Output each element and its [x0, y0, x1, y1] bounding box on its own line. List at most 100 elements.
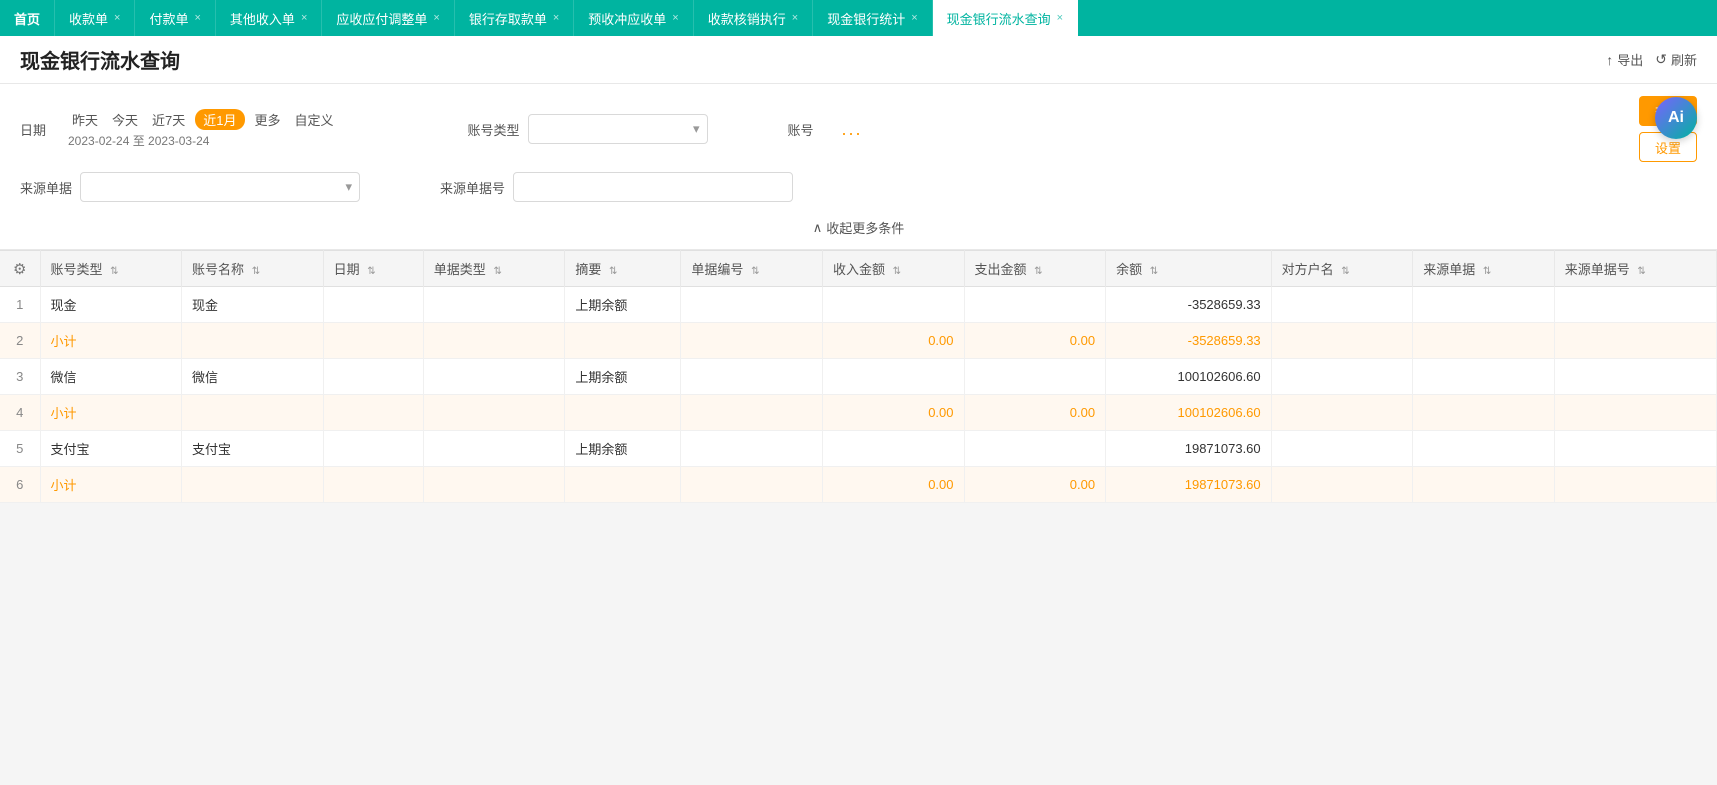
table-container: ⚙ 账号类型 ⇅ 账号名称 ⇅ 日期 ⇅ 单据类型 ⇅ [0, 250, 1717, 503]
table-cell [1554, 467, 1716, 503]
table-cell [1413, 323, 1555, 359]
col-gear[interactable]: ⚙ [0, 251, 40, 287]
nav-home[interactable]: 首页 [0, 0, 55, 36]
table-cell: 小计 [40, 323, 182, 359]
refresh-button[interactable]: ↺ 刷新 [1655, 50, 1697, 69]
col-income[interactable]: 收入金额 ⇅ [822, 251, 964, 287]
table-cell [182, 467, 324, 503]
table-cell [182, 395, 324, 431]
table-cell: 100102606.60 [1106, 359, 1272, 395]
table-cell [1271, 359, 1413, 395]
table-cell [1271, 467, 1413, 503]
ai-badge[interactable]: Ai [1655, 97, 1697, 139]
close-icon[interactable]: × [792, 12, 798, 24]
shortcut-yesterday[interactable]: 昨天 [68, 109, 102, 130]
table-header: ⚙ 账号类型 ⇅ 账号名称 ⇅ 日期 ⇅ 单据类型 ⇅ [0, 251, 1717, 287]
source-doc-no-input[interactable] [513, 172, 793, 202]
account-type-select-wrapper: 现金 微信 支付宝 ▾ [528, 114, 708, 144]
source-doc-select[interactable] [80, 172, 360, 202]
table-cell [423, 467, 565, 503]
table-cell [681, 287, 823, 323]
table-cell: 支付宝 [40, 431, 182, 467]
sort-icon: ⇅ [1483, 266, 1491, 277]
gear-icon: ⚙ [13, 261, 26, 278]
nav-tab-cashflow[interactable]: 现金银行流水查询 × [933, 0, 1078, 36]
col-source-doc-no[interactable]: 来源单据号 ⇅ [1554, 251, 1716, 287]
shortcut-7days[interactable]: 近7天 [148, 109, 189, 130]
nav-tab-verify[interactable]: 收款核销执行 × [694, 0, 813, 36]
shortcut-today[interactable]: 今天 [108, 109, 142, 130]
nav-tab-payments[interactable]: 付款单 × [135, 0, 215, 36]
col-doc-type[interactable]: 单据类型 ⇅ [423, 251, 565, 287]
filter-row-1: 日期 昨天 今天 近7天 近1月 更多 自定义 2023-02-24 至 202… [20, 96, 1697, 162]
table-cell: 0.00 [964, 323, 1106, 359]
export-button[interactable]: ↑ 导出 [1606, 50, 1643, 69]
table-cell [964, 359, 1106, 395]
shortcut-1month[interactable]: 近1月 [195, 109, 244, 130]
sort-icon: ⇅ [751, 266, 759, 277]
table-cell [565, 467, 681, 503]
close-icon[interactable]: × [433, 12, 439, 24]
table-cell [1413, 467, 1555, 503]
sort-icon: ⇅ [367, 266, 375, 277]
col-date[interactable]: 日期 ⇅ [323, 251, 423, 287]
date-label: 日期 [20, 120, 60, 139]
source-doc-filter-col: 来源单据 ▾ [20, 172, 360, 202]
close-icon[interactable]: × [301, 12, 307, 24]
table-cell [323, 431, 423, 467]
collapse-bar[interactable]: ∧ 收起更多条件 [20, 212, 1697, 241]
account-picker-button[interactable]: ... [836, 119, 869, 140]
close-icon[interactable]: × [553, 12, 559, 24]
date-range-text: 2023-02-24 至 2023-03-24 [68, 132, 348, 149]
close-icon[interactable]: × [114, 12, 120, 24]
col-expense[interactable]: 支出金额 ⇅ [964, 251, 1106, 287]
account-type-select[interactable]: 现金 微信 支付宝 [528, 114, 708, 144]
close-icon[interactable]: × [194, 12, 200, 24]
table-cell [323, 467, 423, 503]
table-cell: 5 [0, 431, 40, 467]
table-cell [1554, 359, 1716, 395]
table-cell [1554, 431, 1716, 467]
col-summary[interactable]: 摘要 ⇅ [565, 251, 681, 287]
close-icon[interactable]: × [911, 12, 917, 24]
table-row: 2小计0.000.00-3528659.33 [0, 323, 1717, 359]
table-cell [964, 287, 1106, 323]
filter-area: 日期 昨天 今天 近7天 近1月 更多 自定义 2023-02-24 至 202… [0, 84, 1717, 250]
col-account-name[interactable]: 账号名称 ⇅ [182, 251, 324, 287]
table-cell: 上期余额 [565, 359, 681, 395]
table-cell [681, 323, 823, 359]
account-label: 账号 [788, 120, 828, 139]
table-cell: 微信 [182, 359, 324, 395]
table-cell: 0.00 [822, 467, 964, 503]
close-icon[interactable]: × [672, 12, 678, 24]
table-cell: 0.00 [964, 395, 1106, 431]
table-cell: 支付宝 [182, 431, 324, 467]
close-icon[interactable]: × [1057, 12, 1063, 24]
shortcut-more[interactable]: 更多 [251, 109, 285, 130]
col-account-type[interactable]: 账号类型 ⇅ [40, 251, 182, 287]
nav-tab-receipts[interactable]: 收款单 × [55, 0, 135, 36]
table-cell [1271, 431, 1413, 467]
table-cell [1554, 323, 1716, 359]
nav-tab-prepay[interactable]: 预收冲应收单 × [574, 0, 693, 36]
shortcut-custom[interactable]: 自定义 [291, 109, 338, 130]
table-cell: 小计 [40, 467, 182, 503]
source-doc-label: 来源单据 [20, 178, 72, 197]
nav-tab-adjustment[interactable]: 应收应付调整单 × [322, 0, 454, 36]
account-filter-col: 账号 ... [788, 119, 869, 140]
nav-tab-bank-deposit[interactable]: 银行存取款单 × [455, 0, 574, 36]
sort-icon: ⇅ [893, 266, 901, 277]
table-cell: 1 [0, 287, 40, 323]
header-actions: ↑ 导出 ↺ 刷新 [1606, 50, 1697, 69]
nav-tab-stats[interactable]: 现金银行统计 × [813, 0, 932, 36]
nav-tab-other-income[interactable]: 其他收入单 × [216, 0, 322, 36]
col-balance[interactable]: 余额 ⇅ [1106, 251, 1272, 287]
col-counterparty[interactable]: 对方户名 ⇅ [1271, 251, 1413, 287]
table-cell [182, 323, 324, 359]
export-icon: ↑ [1606, 52, 1613, 68]
table-row: 3微信微信上期余额100102606.60 [0, 359, 1717, 395]
col-source-doc[interactable]: 来源单据 ⇅ [1413, 251, 1555, 287]
col-doc-no[interactable]: 单据编号 ⇅ [681, 251, 823, 287]
table-cell: -3528659.33 [1106, 323, 1272, 359]
table-cell [323, 287, 423, 323]
